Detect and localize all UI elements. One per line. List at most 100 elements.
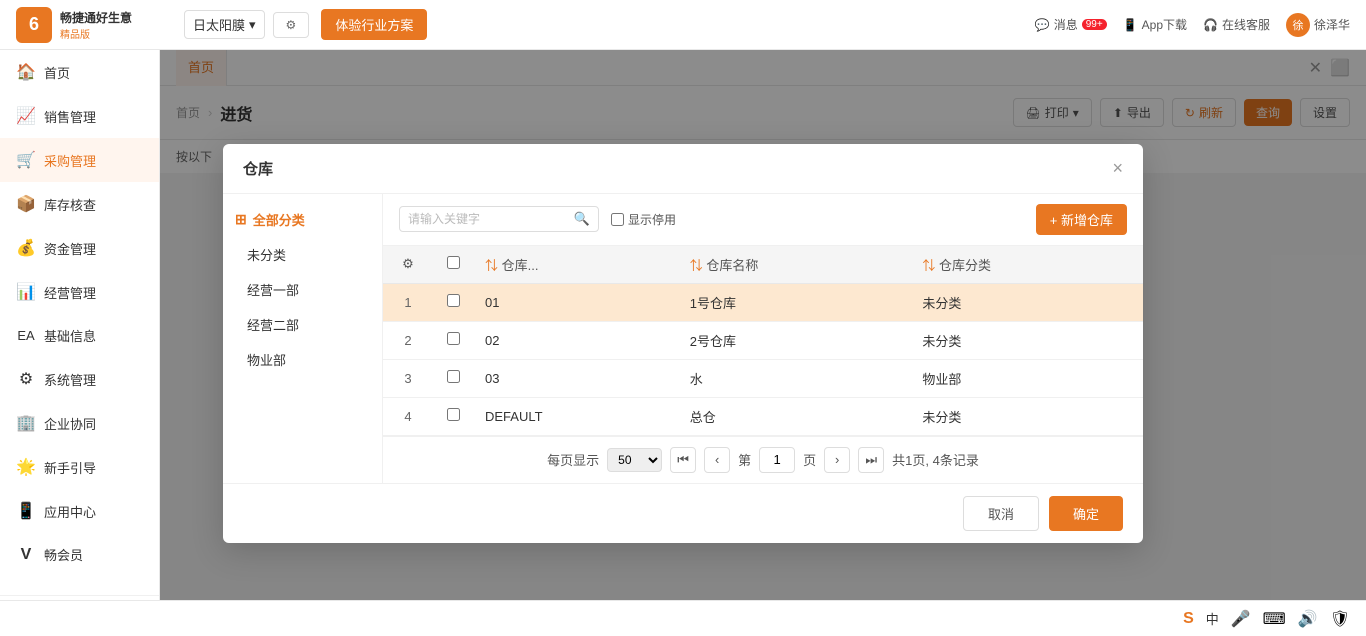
page-size-select[interactable]: 50 20 100 (607, 448, 662, 472)
sidebar-item-system[interactable]: ⚙ 系统管理 (0, 357, 159, 401)
taskbar-mic-icon[interactable]: 🎤 (1231, 609, 1251, 629)
table-toolbar: 🔍 显示停用 + 新增仓库 (383, 194, 1143, 246)
sort-icon: ⇅ (485, 258, 498, 273)
sidebar-item-label: 首页 (44, 63, 70, 82)
table-row[interactable]: 2 02 2号仓库 未分类 (383, 321, 1143, 359)
row-index: 4 (383, 397, 433, 435)
taskbar-text-icon: 中 (1206, 609, 1219, 628)
show-disabled-label[interactable]: 显示停用 (628, 211, 676, 228)
category-panel: ⊞ 全部分类 未分类 经营一部 经营二部 物业部 (223, 194, 383, 483)
guide-icon: 🌟 (16, 457, 36, 477)
sidebar-item-enterprise[interactable]: 🏢 企业协同 (0, 401, 159, 445)
taskbar-shield-icon[interactable]: 🛡 (1330, 609, 1350, 629)
settings-icon-btn[interactable]: ⚙ (273, 12, 310, 38)
modal-footer: 取消 确定 (223, 483, 1143, 543)
sidebar-item-basics[interactable]: EA 基础信息 (0, 314, 159, 357)
basics-icon: EA (16, 328, 36, 343)
row-checkbox[interactable] (447, 370, 460, 383)
store-selector[interactable]: 日太阳膜 ▾ (184, 10, 265, 39)
headset-icon: 🎧 (1203, 18, 1218, 32)
row-name: 水 (678, 359, 911, 397)
pagination-bar: 每页显示 50 20 100 ⏮ ‹ 第 页 › (383, 436, 1143, 483)
collapse-category-btn[interactable]: ‹ (382, 338, 383, 378)
row-checkbox-cell (433, 283, 473, 321)
table-row[interactable]: 1 01 1号仓库 未分类 (383, 283, 1143, 321)
content-area: 首页 ✕ ⬜ 首页 › 进货 🖨 打印 ▾ ⬆ 导出 (160, 50, 1366, 636)
taskbar-speaker-icon[interactable]: 🔊 (1298, 609, 1318, 629)
next-page-btn[interactable]: › (824, 447, 850, 473)
logo-area: 6 畅捷通好生意 精品版 (16, 7, 176, 43)
trial-button[interactable]: 体验行业方案 (321, 9, 427, 40)
search-icon[interactable]: 🔍 (574, 211, 590, 227)
taskbar: S 中 🎤 ⌨ 🔊 🛡 (0, 600, 1366, 636)
sidebar-item-finance[interactable]: 💰 资金管理 (0, 226, 159, 270)
add-warehouse-btn[interactable]: + 新增仓库 (1036, 204, 1127, 235)
message-badge: 99+ (1082, 19, 1107, 30)
first-page-btn[interactable]: ⏮ (670, 447, 696, 473)
all-category-header[interactable]: ⊞ 全部分类 (223, 202, 382, 237)
finance-icon: 💰 (16, 238, 36, 258)
select-all-checkbox[interactable] (447, 256, 460, 269)
category-item-operations1[interactable]: 经营一部 (223, 272, 382, 307)
row-name: 2号仓库 (678, 321, 911, 359)
category-item-operations2[interactable]: 经营二部 (223, 307, 382, 342)
taskbar-keyboard-icon[interactable]: ⌨ (1263, 609, 1286, 629)
table-row[interactable]: 3 03 水 物业部 (383, 359, 1143, 397)
page-label: 第 (738, 450, 751, 469)
sidebar-item-app-center[interactable]: 📱 应用中心 (0, 489, 159, 533)
sidebar-item-member[interactable]: V 畅会员 (0, 533, 159, 576)
row-checkbox-cell (433, 359, 473, 397)
table-gear-col[interactable]: ⚙ (383, 246, 433, 284)
row-category: 未分类 (910, 397, 1143, 435)
grid-icon: ⊞ (235, 211, 247, 228)
cancel-btn[interactable]: 取消 (963, 496, 1039, 531)
row-name: 总仓 (678, 397, 911, 435)
sidebar-item-guide[interactable]: 🌟 新手引导 (0, 445, 159, 489)
mobile-icon: 📱 (1123, 18, 1138, 32)
search-input[interactable] (408, 212, 568, 226)
sidebar-item-label: 系统管理 (44, 370, 96, 389)
modal-title: 仓库 (243, 158, 273, 179)
modal-header: 仓库 × (223, 144, 1143, 194)
header-right: 💬 消息 99+ 📱 App下载 🎧 在线客服 徐 徐泽华 (1035, 13, 1350, 37)
table-row[interactable]: 4 DEFAULT 总仓 未分类 (383, 397, 1143, 435)
chevron-down-icon: ▾ (249, 17, 256, 33)
taskbar-brand-icon: S (1183, 610, 1194, 628)
row-checkbox[interactable] (447, 408, 460, 421)
user-avatar-btn[interactable]: 徐 徐泽华 (1286, 13, 1350, 37)
customer-service-btn[interactable]: 🎧 在线客服 (1203, 16, 1270, 33)
show-disabled-checkbox[interactable] (611, 213, 624, 226)
app-download-btn[interactable]: 📱 App下载 (1123, 16, 1187, 33)
sidebar-item-home[interactable]: 🏠 首页 (0, 50, 159, 94)
row-checkbox[interactable] (447, 294, 460, 307)
sidebar-item-purchase[interactable]: 🛒 采购管理 (0, 138, 159, 182)
prev-page-btn[interactable]: ‹ (704, 447, 730, 473)
sidebar-item-inventory[interactable]: 📦 库存核查 (0, 182, 159, 226)
system-icon: ⚙ (16, 369, 36, 389)
sidebar-item-sales[interactable]: 📈 销售管理 (0, 94, 159, 138)
row-checkbox-cell (433, 321, 473, 359)
row-checkbox[interactable] (447, 332, 460, 345)
last-page-btn[interactable]: ⏭ (858, 447, 884, 473)
sort-icon3: ⇅ (922, 258, 935, 273)
row-code: 03 (473, 359, 678, 397)
enterprise-icon: 🏢 (16, 413, 36, 433)
top-header: 6 畅捷通好生意 精品版 日太阳膜 ▾ ⚙ 体验行业方案 💬 消息 99+ 📱 … (0, 0, 1366, 50)
confirm-btn[interactable]: 确定 (1049, 496, 1123, 531)
category-item-uncategorized[interactable]: 未分类 (223, 237, 382, 272)
modal-close-btn[interactable]: × (1112, 158, 1123, 179)
row-index: 3 (383, 359, 433, 397)
modal-overlay[interactable]: 仓库 × ⊞ 全部分类 未分类 经营一 (160, 50, 1366, 636)
message-btn[interactable]: 💬 消息 99+ (1035, 16, 1107, 33)
sidebar-item-label: 销售管理 (44, 107, 96, 126)
sidebar-item-label: 企业协同 (44, 414, 96, 433)
sidebar-item-label: 应用中心 (44, 502, 96, 521)
row-index: 2 (383, 321, 433, 359)
main-layout: 🏠 首页 📈 销售管理 🛒 采购管理 📦 库存核查 💰 资金管理 📊 经营管理 … (0, 50, 1366, 636)
warehouse-modal: 仓库 × ⊞ 全部分类 未分类 经营一 (223, 144, 1143, 543)
sidebar-item-operations[interactable]: 📊 经营管理 (0, 270, 159, 314)
row-category: 未分类 (910, 321, 1143, 359)
page-number-input[interactable] (759, 447, 795, 473)
warehouse-table: ⚙ ⇅ 仓库... ⇅ 仓库名称 (383, 246, 1143, 436)
category-item-property[interactable]: 物业部 (223, 342, 382, 377)
